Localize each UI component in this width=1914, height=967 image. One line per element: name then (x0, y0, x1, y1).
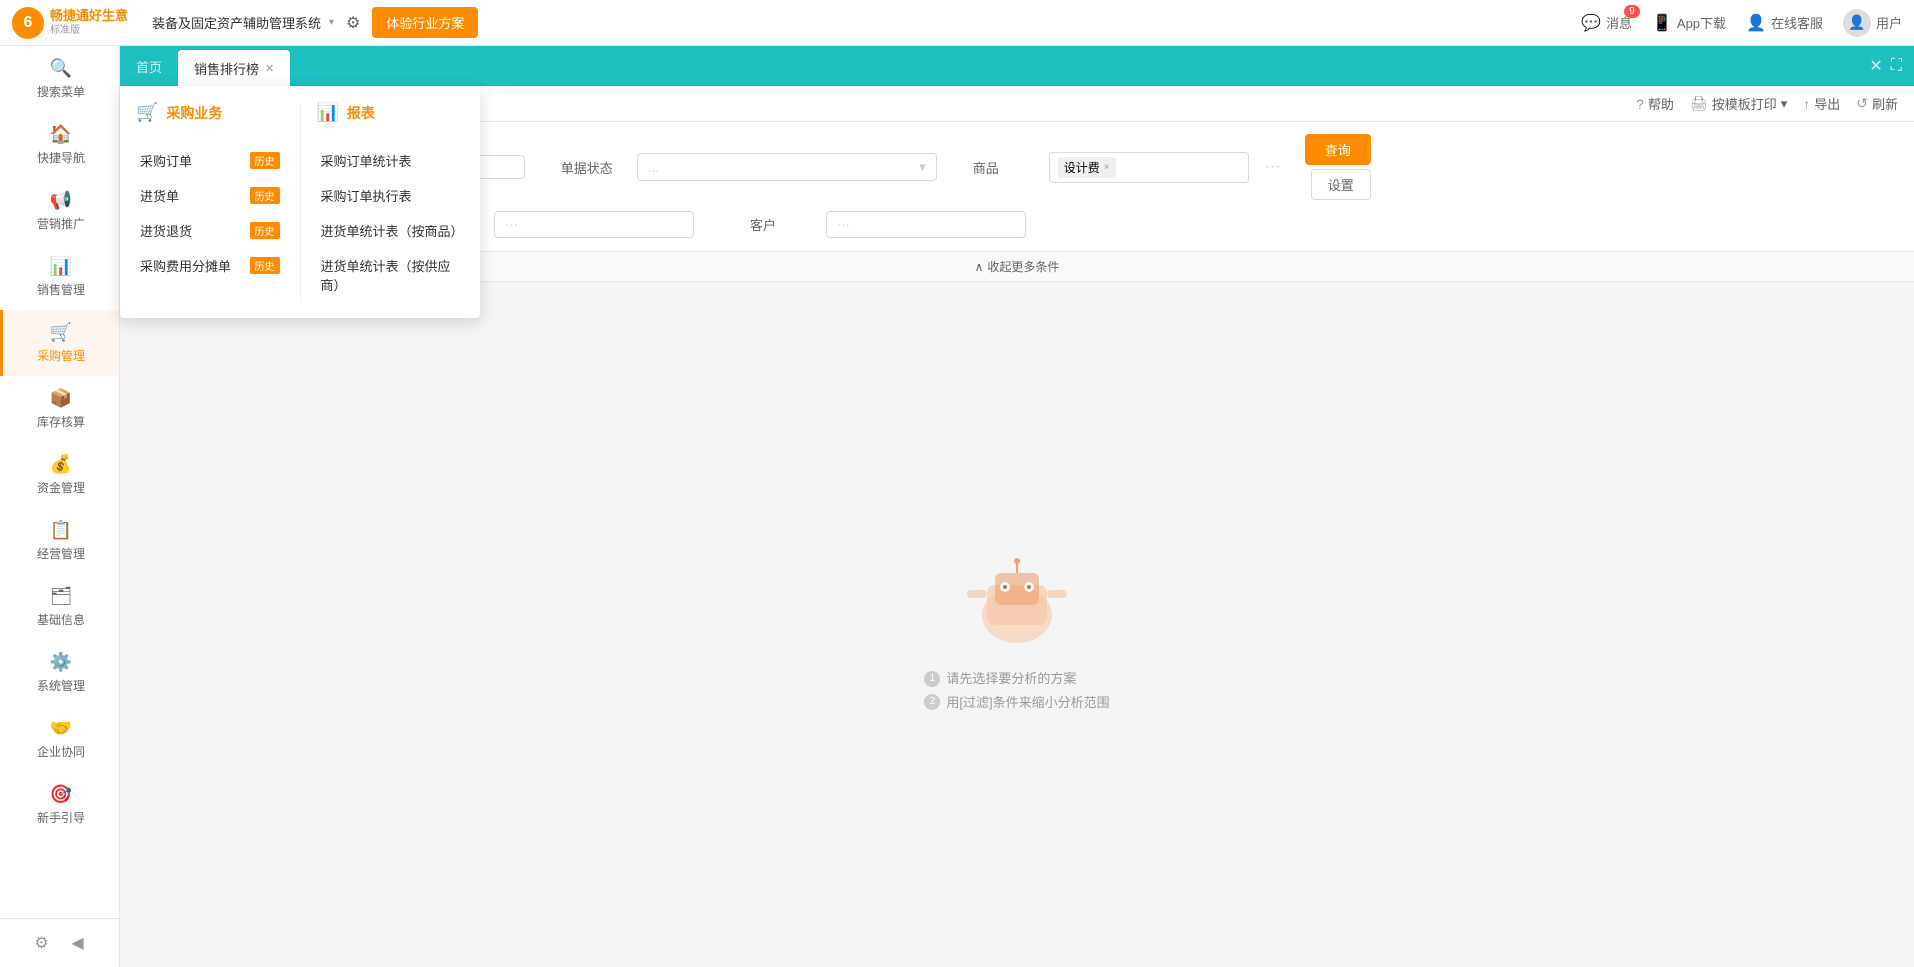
menu-item-purchase-order[interactable]: 采购订单 历史 (136, 143, 284, 178)
menu-badge-cost: 历史 (250, 257, 280, 274)
menu-section-report: 📊 报表 采购订单统计表 采购订单执行表 进货单统计表（按商品） 进货单统计表（… (300, 102, 481, 302)
menu-item-receipt[interactable]: 进货单 历史 (136, 178, 284, 213)
menu-item-receipt-goods[interactable]: 进货单统计表（按商品） (317, 213, 465, 248)
purchase-dropdown-menu: 🛒 采购业务 采购订单 历史 进货单 历史 进货退货 历史 采购费用分摊单 (120, 86, 480, 318)
report-section-icon: 📊 (317, 102, 339, 123)
menu-item-cost[interactable]: 采购费用分摊单 历史 (136, 248, 284, 283)
report-section-title: 📊 报表 (317, 102, 465, 131)
purchase-section-icon: 🛒 (136, 102, 158, 123)
purchase-section-title: 🛒 采购业务 (136, 102, 284, 131)
menu-item-order-stat[interactable]: 采购订单统计表 (317, 143, 465, 178)
menu-section-purchase: 🛒 采购业务 采购订单 历史 进货单 历史 进货退货 历史 采购费用分摊单 (120, 102, 300, 302)
menu-badge-receipt: 历史 (250, 187, 280, 204)
menu-item-receipt-supplier[interactable]: 进货单统计表（按供应商） (317, 248, 465, 302)
menu-item-order-exec[interactable]: 采购订单执行表 (317, 178, 465, 213)
menu-badge-return: 历史 (250, 222, 280, 239)
menu-badge-purchase-order: 历史 (250, 152, 280, 169)
menu-item-return[interactable]: 进货退货 历史 (136, 213, 284, 248)
